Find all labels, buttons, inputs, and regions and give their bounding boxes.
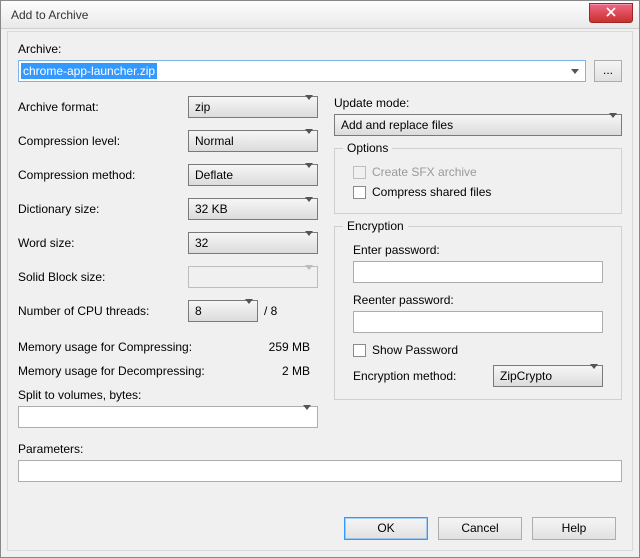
compression-level-value: Normal — [195, 134, 234, 148]
encryption-method-label: Encryption method: — [353, 369, 483, 383]
show-password-checkbox[interactable] — [353, 344, 366, 357]
reenter-password-label: Reenter password: — [353, 293, 611, 307]
archive-format-label: Archive format: — [18, 100, 188, 114]
chevron-down-icon — [305, 100, 313, 114]
compression-level-select[interactable]: Normal — [188, 130, 318, 152]
titlebar: Add to Archive — [1, 1, 639, 29]
chevron-down-icon — [567, 63, 583, 79]
right-column: Update mode: Add and replace files Optio… — [334, 96, 622, 428]
chevron-down-icon — [303, 410, 311, 424]
chevron-down-icon — [590, 369, 598, 383]
enter-password-input[interactable] — [353, 261, 603, 283]
dictionary-size-value: 32 KB — [195, 202, 228, 216]
ok-button[interactable]: OK — [344, 517, 428, 540]
archive-format-select[interactable]: zip — [188, 96, 318, 118]
solid-block-size-label: Solid Block size: — [18, 270, 188, 284]
update-mode-value: Add and replace files — [341, 118, 453, 132]
split-volumes-combo[interactable] — [18, 406, 318, 428]
chevron-down-icon — [305, 270, 313, 284]
parameters-input[interactable] — [18, 460, 622, 482]
compression-method-label: Compression method: — [18, 168, 188, 182]
create-sfx-label: Create SFX archive — [372, 165, 477, 179]
solid-block-size-select — [188, 266, 318, 288]
encryption-method-value: ZipCrypto — [500, 369, 552, 383]
split-volumes-label: Split to volumes, bytes: — [18, 388, 318, 402]
mem-decompress-value: 2 MB — [282, 364, 310, 378]
create-sfx-checkbox — [353, 166, 366, 179]
archive-format-value: zip — [195, 100, 210, 114]
cpu-threads-label: Number of CPU threads: — [18, 304, 188, 318]
show-password-label: Show Password — [372, 343, 458, 357]
cpu-threads-value: 8 — [195, 304, 202, 318]
options-group: Options Create SFX archive Compress shar… — [334, 148, 622, 214]
archive-label: Archive: — [18, 42, 622, 56]
enter-password-label: Enter password: — [353, 243, 611, 257]
word-size-label: Word size: — [18, 236, 188, 250]
archive-path-value: chrome-app-launcher.zip — [21, 63, 157, 79]
update-mode-label: Update mode: — [334, 96, 622, 110]
parameters-label: Parameters: — [18, 442, 622, 456]
reenter-password-input[interactable] — [353, 311, 603, 333]
mem-compress-label: Memory usage for Compressing: — [18, 340, 192, 354]
help-button[interactable]: Help — [532, 517, 616, 540]
chevron-down-icon — [305, 168, 313, 182]
archive-path-combo[interactable]: chrome-app-launcher.zip — [18, 60, 586, 82]
mem-compress-value: 259 MB — [269, 340, 310, 354]
dictionary-size-select[interactable]: 32 KB — [188, 198, 318, 220]
encryption-group: Encryption Enter password: Reenter passw… — [334, 226, 622, 400]
chevron-down-icon — [245, 304, 253, 318]
cpu-threads-select[interactable]: 8 — [188, 300, 258, 322]
cancel-button[interactable]: Cancel — [438, 517, 522, 540]
encryption-legend: Encryption — [343, 219, 408, 233]
chevron-down-icon — [609, 118, 617, 132]
dictionary-size-label: Dictionary size: — [18, 202, 188, 216]
encryption-method-select[interactable]: ZipCrypto — [493, 365, 603, 387]
options-legend: Options — [343, 141, 392, 155]
window-title: Add to Archive — [11, 8, 88, 22]
browse-button[interactable]: ... — [594, 60, 622, 82]
close-button[interactable] — [589, 3, 633, 23]
left-column: Archive format: zip Compression level: N… — [18, 96, 318, 428]
compression-method-value: Deflate — [195, 168, 233, 182]
compression-level-label: Compression level: — [18, 134, 188, 148]
client-area: Archive: chrome-app-launcher.zip ... Arc… — [7, 31, 633, 551]
chevron-down-icon — [305, 134, 313, 148]
compress-shared-checkbox[interactable] — [353, 186, 366, 199]
chevron-down-icon — [305, 236, 313, 250]
compression-method-select[interactable]: Deflate — [188, 164, 318, 186]
mem-decompress-label: Memory usage for Decompressing: — [18, 364, 205, 378]
compress-shared-label: Compress shared files — [372, 185, 491, 199]
word-size-value: 32 — [195, 236, 208, 250]
update-mode-select[interactable]: Add and replace files — [334, 114, 622, 136]
cpu-threads-max: / 8 — [264, 304, 277, 318]
dialog-window: Add to Archive Archive: chrome-app-launc… — [0, 0, 640, 558]
chevron-down-icon — [305, 202, 313, 216]
close-icon — [606, 6, 616, 20]
word-size-select[interactable]: 32 — [188, 232, 318, 254]
